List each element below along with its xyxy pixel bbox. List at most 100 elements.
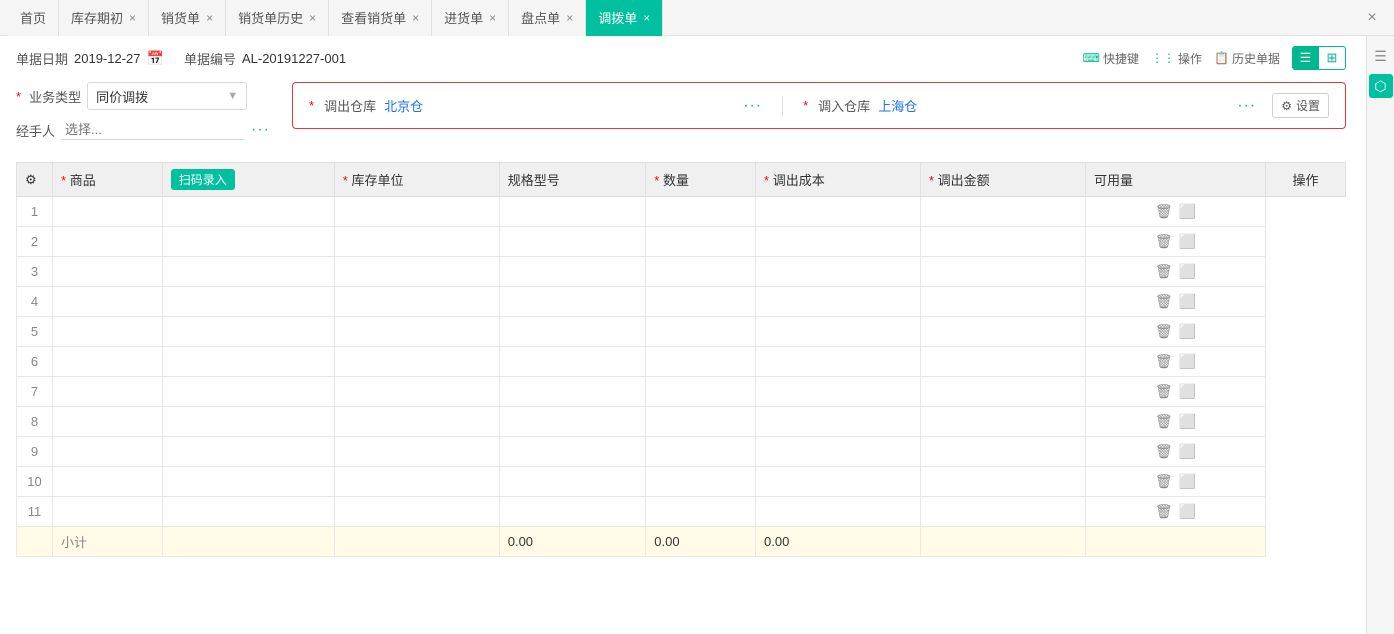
cell-spec[interactable]: [334, 467, 499, 497]
cell-qty[interactable]: [499, 317, 646, 347]
cell-cost[interactable]: [646, 437, 756, 467]
scan-button[interactable]: 扫码录入: [171, 169, 235, 190]
close-all-tabs[interactable]: ×: [1358, 4, 1386, 32]
cell-qty[interactable]: [499, 257, 646, 287]
cell-product[interactable]: [53, 227, 163, 257]
cell-qty[interactable]: [499, 377, 646, 407]
cell-product[interactable]: [53, 467, 163, 497]
handler-input[interactable]: [61, 120, 245, 140]
cell-spec[interactable]: [334, 257, 499, 287]
copy-icon[interactable]: ⬜: [1176, 383, 1199, 399]
cell-amount[interactable]: [756, 377, 921, 407]
cell-amount[interactable]: [756, 437, 921, 467]
cell-unit[interactable]: [162, 227, 334, 257]
copy-icon[interactable]: ⬜: [1176, 353, 1199, 369]
cell-cost[interactable]: [646, 287, 756, 317]
cell-unit[interactable]: [162, 347, 334, 377]
delete-icon[interactable]: 🗑: [1152, 203, 1176, 219]
delete-icon[interactable]: 🗑: [1152, 443, 1176, 459]
copy-icon[interactable]: ⬜: [1176, 203, 1199, 219]
cell-cost[interactable]: [646, 197, 756, 227]
settings-button[interactable]: ⚙ 设置: [1272, 93, 1329, 118]
cell-product[interactable]: [53, 407, 163, 437]
delete-icon[interactable]: 🗑: [1152, 353, 1176, 369]
delete-icon[interactable]: 🗑: [1152, 503, 1176, 519]
cell-cost[interactable]: [646, 227, 756, 257]
cell-qty[interactable]: [499, 227, 646, 257]
cell-spec[interactable]: [334, 347, 499, 377]
cell-amount[interactable]: [756, 317, 921, 347]
copy-icon[interactable]: ⬜: [1176, 323, 1199, 339]
cell-unit[interactable]: [162, 287, 334, 317]
warehouse-out-more-icon[interactable]: ···: [743, 97, 762, 115]
cell-unit[interactable]: [162, 377, 334, 407]
tab-inventory-init[interactable]: 库存期初 ×: [59, 0, 149, 36]
warehouse-in-more-icon[interactable]: ···: [1237, 97, 1256, 115]
tab-purchase-order[interactable]: 进货单 ×: [432, 0, 509, 36]
copy-icon[interactable]: ⬜: [1176, 413, 1199, 429]
warehouse-out-value[interactable]: 北京仓: [384, 96, 423, 115]
cell-unit[interactable]: [162, 407, 334, 437]
cell-amount[interactable]: [756, 287, 921, 317]
cell-amount[interactable]: [756, 407, 921, 437]
cell-cost[interactable]: [646, 377, 756, 407]
delete-icon[interactable]: 🗑: [1152, 263, 1176, 279]
cell-product[interactable]: [53, 497, 163, 527]
cell-qty[interactable]: [499, 467, 646, 497]
cell-product[interactable]: [53, 317, 163, 347]
cell-product[interactable]: [53, 257, 163, 287]
cell-cost[interactable]: [646, 467, 756, 497]
cell-cost[interactable]: [646, 257, 756, 287]
copy-icon[interactable]: ⬜: [1176, 293, 1199, 309]
cell-amount[interactable]: [756, 467, 921, 497]
cell-unit[interactable]: [162, 257, 334, 287]
grid-view-icon[interactable]: ⊞: [1319, 47, 1345, 69]
cell-qty[interactable]: [499, 347, 646, 377]
cell-product[interactable]: [53, 377, 163, 407]
delete-icon[interactable]: 🗑: [1152, 383, 1176, 399]
cell-spec[interactable]: [334, 317, 499, 347]
tab-transfer-order-close[interactable]: ×: [643, 11, 650, 25]
handler-more-icon[interactable]: ···: [251, 121, 270, 139]
cell-spec[interactable]: [334, 437, 499, 467]
copy-icon[interactable]: ⬜: [1176, 503, 1199, 519]
cell-cost[interactable]: [646, 317, 756, 347]
delete-icon[interactable]: 🗑: [1152, 233, 1176, 249]
cell-spec[interactable]: [334, 497, 499, 527]
history-button[interactable]: 📋 历史单据: [1214, 50, 1280, 67]
cell-spec[interactable]: [334, 227, 499, 257]
cell-product[interactable]: [53, 287, 163, 317]
delete-icon[interactable]: 🗑: [1152, 473, 1176, 489]
cell-amount[interactable]: [756, 497, 921, 527]
col-gear[interactable]: ⚙: [17, 163, 53, 197]
tab-sales-order-close[interactable]: ×: [206, 11, 213, 25]
copy-icon[interactable]: ⬜: [1176, 233, 1199, 249]
cell-unit[interactable]: [162, 467, 334, 497]
cell-unit[interactable]: [162, 197, 334, 227]
delete-icon[interactable]: 🗑: [1152, 323, 1176, 339]
tab-purchase-order-close[interactable]: ×: [489, 11, 496, 25]
cell-spec[interactable]: [334, 287, 499, 317]
business-type-select[interactable]: 同价调拨 ▼: [87, 82, 247, 110]
cell-cost[interactable]: [646, 407, 756, 437]
cell-qty[interactable]: [499, 437, 646, 467]
delete-icon[interactable]: 🗑: [1152, 293, 1176, 309]
tab-view-sales-close[interactable]: ×: [412, 11, 419, 25]
delete-icon[interactable]: 🗑: [1152, 413, 1176, 429]
cell-amount[interactable]: [756, 257, 921, 287]
operations-button[interactable]: ⋮⋮ 操作: [1151, 50, 1202, 67]
tab-inventory-check-close[interactable]: ×: [566, 11, 573, 25]
cell-unit[interactable]: [162, 497, 334, 527]
tab-inventory-check[interactable]: 盘点单 ×: [509, 0, 586, 36]
cell-product[interactable]: [53, 437, 163, 467]
tab-sales-order[interactable]: 销货单 ×: [149, 0, 226, 36]
cell-spec[interactable]: [334, 197, 499, 227]
tab-view-sales[interactable]: 查看销货单 ×: [329, 0, 432, 36]
tab-sales-history[interactable]: 销货单历史 ×: [226, 0, 329, 36]
sidebar-external-icon[interactable]: ⬡: [1369, 74, 1393, 98]
warehouse-in-value[interactable]: 上海仓: [878, 96, 917, 115]
cell-unit[interactable]: [162, 437, 334, 467]
copy-icon[interactable]: ⬜: [1176, 473, 1199, 489]
copy-icon[interactable]: ⬜: [1176, 263, 1199, 279]
cell-cost[interactable]: [646, 347, 756, 377]
